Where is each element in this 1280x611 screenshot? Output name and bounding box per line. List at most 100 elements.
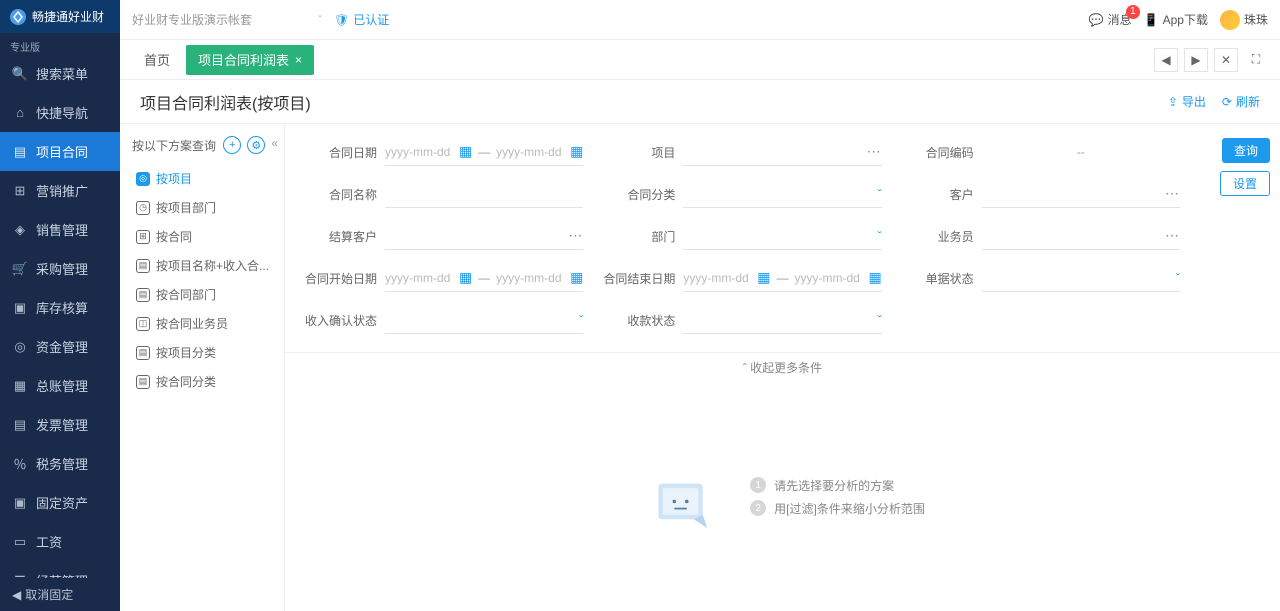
tab-home[interactable]: 首页: [132, 45, 182, 75]
more-icon: ⋯: [1165, 185, 1180, 202]
export-button[interactable]: ⇪ 导出: [1168, 93, 1206, 110]
contract-no-input[interactable]: --: [982, 138, 1180, 166]
nav-quick[interactable]: ⌂快捷导航: [0, 93, 120, 132]
tag-icon: ◈: [12, 222, 28, 238]
contract-date-range[interactable]: yyyy-mm-dd▦ — yyyy-mm-dd▦: [385, 138, 583, 166]
nav-sales[interactable]: ◈销售管理: [0, 210, 120, 249]
contract-cat-select[interactable]: ˇ: [683, 180, 881, 208]
salesman-picker[interactable]: ⋯: [982, 222, 1180, 250]
scheme-by-salesman[interactable]: ◫按合同业务员: [132, 309, 278, 338]
settings-button[interactable]: 设置: [1220, 171, 1270, 196]
bill-status-select[interactable]: ˇ: [982, 264, 1180, 292]
salary-icon: ▭: [12, 534, 28, 550]
scheme-by-name-income[interactable]: ▤按项目名称+收入合...: [132, 251, 278, 280]
label-contract-no: 合同编码: [902, 144, 974, 161]
scheme-by-project-cat[interactable]: ▤按项目分类: [132, 338, 278, 367]
nav-purchase[interactable]: 🛒采购管理: [0, 249, 120, 288]
messages-button[interactable]: 💬 消息 1: [1089, 11, 1132, 28]
more-icon: ⋯: [568, 227, 583, 244]
label-contract-name: 合同名称: [305, 186, 377, 203]
nav-salary[interactable]: ▭工资: [0, 522, 120, 561]
chat-icon: 💬: [1089, 13, 1104, 27]
nav-ledger[interactable]: ▦总账管理: [0, 366, 120, 405]
nav-tax[interactable]: ％税务管理: [0, 444, 120, 483]
income-status-select[interactable]: ˇ: [385, 306, 583, 334]
brand-name: 畅捷通好业财: [32, 8, 104, 25]
phone-icon: 📱: [1144, 13, 1159, 27]
step-2-badge: 2: [750, 500, 766, 516]
app-download-button[interactable]: 📱 App下载: [1144, 11, 1208, 28]
refresh-button[interactable]: ⟳ 刷新: [1222, 93, 1260, 110]
close-icon[interactable]: ×: [295, 53, 302, 67]
nav-operation[interactable]: ☰经营管理: [0, 561, 120, 578]
chevron-up-icon: ˆ: [743, 361, 747, 375]
empty-illustration: [640, 457, 730, 537]
project-picker[interactable]: ⋯: [683, 138, 881, 166]
avatar: [1220, 10, 1240, 30]
chevron-down-icon: ˇ: [579, 313, 583, 327]
collapse-panel-button[interactable]: «: [271, 136, 278, 154]
calendar-icon: ▦: [570, 269, 583, 286]
department-select[interactable]: ˇ: [683, 222, 881, 250]
calendar-icon: ▦: [868, 269, 881, 286]
scheme-by-contract[interactable]: ⊞按合同: [132, 222, 278, 251]
nav-invoice[interactable]: ▤发票管理: [0, 405, 120, 444]
verified-badge: 🛡 已认证: [334, 11, 389, 28]
tab-profit-report[interactable]: 项目合同利润表 ×: [186, 45, 314, 75]
scheme-panel: 按以下方案查询 + ⚙ « ◎按项目 ◷按项目部门 ⊞按合同 ▤按项目名称+收入…: [120, 124, 285, 611]
list-icon: ▤: [136, 375, 150, 389]
calendar-icon: ▦: [757, 269, 770, 286]
chevron-down-icon: ˇ: [318, 13, 322, 27]
nav-inventory[interactable]: ▣库存核算: [0, 288, 120, 327]
brand-icon: [10, 9, 26, 25]
nav-project-contract[interactable]: ▤项目合同: [0, 132, 120, 171]
calendar-icon: ▦: [459, 269, 472, 286]
scheme-by-project[interactable]: ◎按项目: [132, 164, 278, 193]
tabs-next-button[interactable]: ▶: [1184, 48, 1208, 72]
pin-icon: ◀: [12, 588, 21, 602]
contract-name-input[interactable]: [385, 180, 583, 208]
label-salesman: 业务员: [902, 228, 974, 245]
chevron-down-icon: ˇ: [878, 313, 882, 327]
refresh-icon: ⟳: [1222, 95, 1232, 109]
start-date-range[interactable]: yyyy-mm-dd▦ — yyyy-mm-dd▦: [385, 264, 583, 292]
empty-step-1: 请先选择要分析的方案: [774, 477, 894, 494]
sidebar-unpin[interactable]: ◀ 取消固定: [0, 578, 120, 611]
fullscreen-button[interactable]: ⛶: [1244, 48, 1268, 72]
label-settle-customer: 结算客户: [305, 228, 377, 245]
topbar: 好业财专业版演示帐套 ˇ 🛡 已认证 💬 消息 1 📱 App下载 珠珠: [120, 0, 1280, 40]
settle-customer-picker[interactable]: ⋯: [385, 222, 583, 250]
scheme-by-contract-cat[interactable]: ▤按合同分类: [132, 367, 278, 396]
nav-marketing[interactable]: ⊞营销推广: [0, 171, 120, 210]
calendar-icon: ▦: [459, 143, 472, 160]
tabs-close-all-button[interactable]: ✕: [1214, 48, 1238, 72]
label-department: 部门: [603, 228, 675, 245]
bar-icon: ◫: [136, 317, 150, 331]
box-icon: ▣: [12, 300, 28, 316]
label-income-status: 收入确认状态: [305, 312, 377, 329]
query-button[interactable]: 查询: [1222, 138, 1270, 163]
tax-icon: ％: [12, 456, 28, 472]
org-selector[interactable]: 好业财专业版演示帐套 ˇ: [132, 11, 322, 28]
home-icon: ⌂: [12, 105, 28, 121]
collapse-filters-button[interactable]: ˆ 收起更多条件: [285, 352, 1280, 382]
scheme-by-contract-dept[interactable]: ▤按合同部门: [132, 280, 278, 309]
search-icon: 🔍: [12, 66, 28, 82]
customer-picker[interactable]: ⋯: [982, 180, 1180, 208]
end-date-range[interactable]: yyyy-mm-dd▦ — yyyy-mm-dd▦: [683, 264, 881, 292]
scheme-by-project-dept[interactable]: ◷按项目部门: [132, 193, 278, 222]
nav-fixed-assets[interactable]: ▣固定资产: [0, 483, 120, 522]
empty-state: 1请先选择要分析的方案 2用[过滤]条件来缩小分析范围: [285, 382, 1280, 611]
nav-funds[interactable]: ◎资金管理: [0, 327, 120, 366]
asset-icon: ▣: [12, 495, 28, 511]
scheme-settings-button[interactable]: ⚙: [247, 136, 265, 154]
clock-icon: ◷: [136, 201, 150, 215]
brand-logo: 畅捷通好业财: [0, 0, 120, 33]
receipt-status-select[interactable]: ˇ: [683, 306, 881, 334]
user-menu[interactable]: 珠珠: [1220, 10, 1268, 30]
nav-search-menu[interactable]: 🔍搜索菜单: [0, 54, 120, 93]
add-scheme-button[interactable]: +: [223, 136, 241, 154]
more-icon: ⋯: [867, 143, 882, 160]
sidebar: 畅捷通好业财 专业版 🔍搜索菜单 ⌂快捷导航 ▤项目合同 ⊞营销推广 ◈销售管理…: [0, 0, 120, 611]
tabs-prev-button[interactable]: ◀: [1154, 48, 1178, 72]
